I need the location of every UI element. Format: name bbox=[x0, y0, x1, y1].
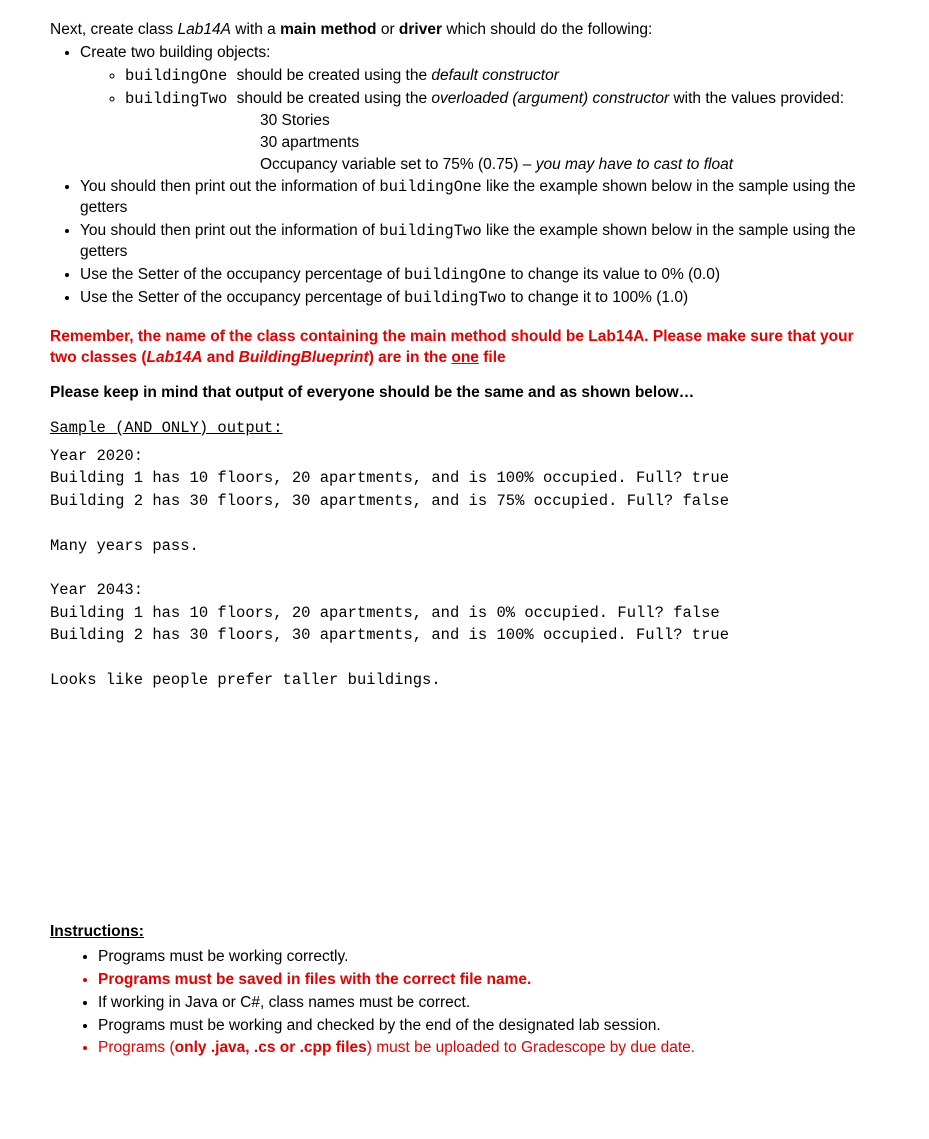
list-item: You should then print out the informatio… bbox=[80, 177, 879, 219]
text: Programs ( bbox=[98, 1039, 175, 1056]
text: to change its value to 0% (0.0) bbox=[506, 266, 720, 283]
note: you may have to cast to float bbox=[536, 156, 733, 173]
list-item: Create two building objects: buildingOne… bbox=[80, 43, 879, 176]
list-item: Use the Setter of the occupancy percenta… bbox=[80, 265, 879, 286]
text: or bbox=[377, 21, 399, 38]
text: Use the Setter of the occupancy percenta… bbox=[80, 266, 404, 283]
list-item: buildingOne should be created using the … bbox=[125, 66, 879, 87]
text: ) are in the bbox=[369, 349, 452, 366]
list-item: If working in Java or C#, class names mu… bbox=[98, 993, 879, 1014]
code: buildingTwo bbox=[404, 289, 506, 307]
value-line: 30 Stories bbox=[260, 111, 879, 132]
class-name: Lab14A bbox=[147, 349, 203, 366]
text: to change it to 100% (1.0) bbox=[506, 289, 688, 306]
term: default constructor bbox=[431, 67, 559, 84]
value-line: 30 apartments bbox=[260, 133, 879, 154]
text: should be created using the bbox=[237, 67, 432, 84]
term: overloaded (argument) constructor bbox=[431, 90, 669, 107]
warning-paragraph: Remember, the name of the class containi… bbox=[50, 327, 879, 369]
sample-header: Sample (AND ONLY) output: bbox=[50, 419, 283, 437]
text: which should do the following: bbox=[442, 21, 652, 38]
list-item: Programs must be saved in files with the… bbox=[98, 970, 879, 991]
spacer bbox=[50, 692, 879, 922]
text: should be created using the bbox=[237, 90, 432, 107]
list-item: Programs must be working and checked by … bbox=[98, 1016, 879, 1037]
text: Use the Setter of the occupancy percenta… bbox=[80, 289, 404, 306]
list-item: Programs must be working correctly. bbox=[98, 947, 879, 968]
sample-output: Year 2020: Building 1 has 10 floors, 20 … bbox=[50, 445, 879, 692]
bullet-list-main: Create two building objects: buildingOne… bbox=[50, 43, 879, 309]
code: buildingOne bbox=[404, 266, 506, 284]
main-method: main method bbox=[280, 21, 376, 38]
intro-paragraph: Next, create class Lab14A with a main me… bbox=[50, 20, 879, 41]
values-block: 30 Stories 30 apartments Occupancy varia… bbox=[125, 111, 879, 176]
instructions-header: Instructions: bbox=[50, 922, 879, 943]
instructions-list: Programs must be working correctly. Prog… bbox=[50, 947, 879, 1060]
sub-bullet-list: buildingOne should be created using the … bbox=[80, 66, 879, 176]
class-name: BuildingBlueprint bbox=[239, 349, 369, 366]
text: Create two building objects: bbox=[80, 44, 270, 61]
class-name: Lab14A bbox=[178, 21, 231, 38]
text: file bbox=[479, 349, 506, 366]
text: and bbox=[203, 349, 239, 366]
list-item: Programs (only .java, .cs or .cpp files)… bbox=[98, 1038, 879, 1059]
text: Next, create class bbox=[50, 21, 178, 38]
text: with the values provided: bbox=[669, 90, 844, 107]
driver: driver bbox=[399, 21, 442, 38]
text-underline: one bbox=[451, 349, 479, 366]
keep-note: Please keep in mind that output of every… bbox=[50, 383, 879, 404]
code: buildingOne bbox=[379, 178, 481, 196]
text: You should then print out the informatio… bbox=[80, 222, 379, 239]
text: ) must be uploaded to Gradescope by due … bbox=[367, 1039, 695, 1056]
list-item: You should then print out the informatio… bbox=[80, 221, 879, 263]
list-item: Use the Setter of the occupancy percenta… bbox=[80, 288, 879, 309]
code: buildingTwo bbox=[379, 222, 481, 240]
text: You should then print out the informatio… bbox=[80, 178, 379, 195]
list-item: buildingTwo should be created using the … bbox=[125, 89, 879, 176]
code: buildingOne bbox=[125, 67, 237, 85]
sample-output-block: Sample (AND ONLY) output: Year 2020: Bui… bbox=[50, 418, 879, 692]
code: buildingTwo bbox=[125, 90, 237, 108]
text: Occupancy variable set to 75% (0.75) – bbox=[260, 156, 536, 173]
text: with a bbox=[231, 21, 280, 38]
value-line: Occupancy variable set to 75% (0.75) – y… bbox=[260, 155, 879, 176]
emph: only .java, .cs or .cpp files bbox=[175, 1039, 367, 1056]
